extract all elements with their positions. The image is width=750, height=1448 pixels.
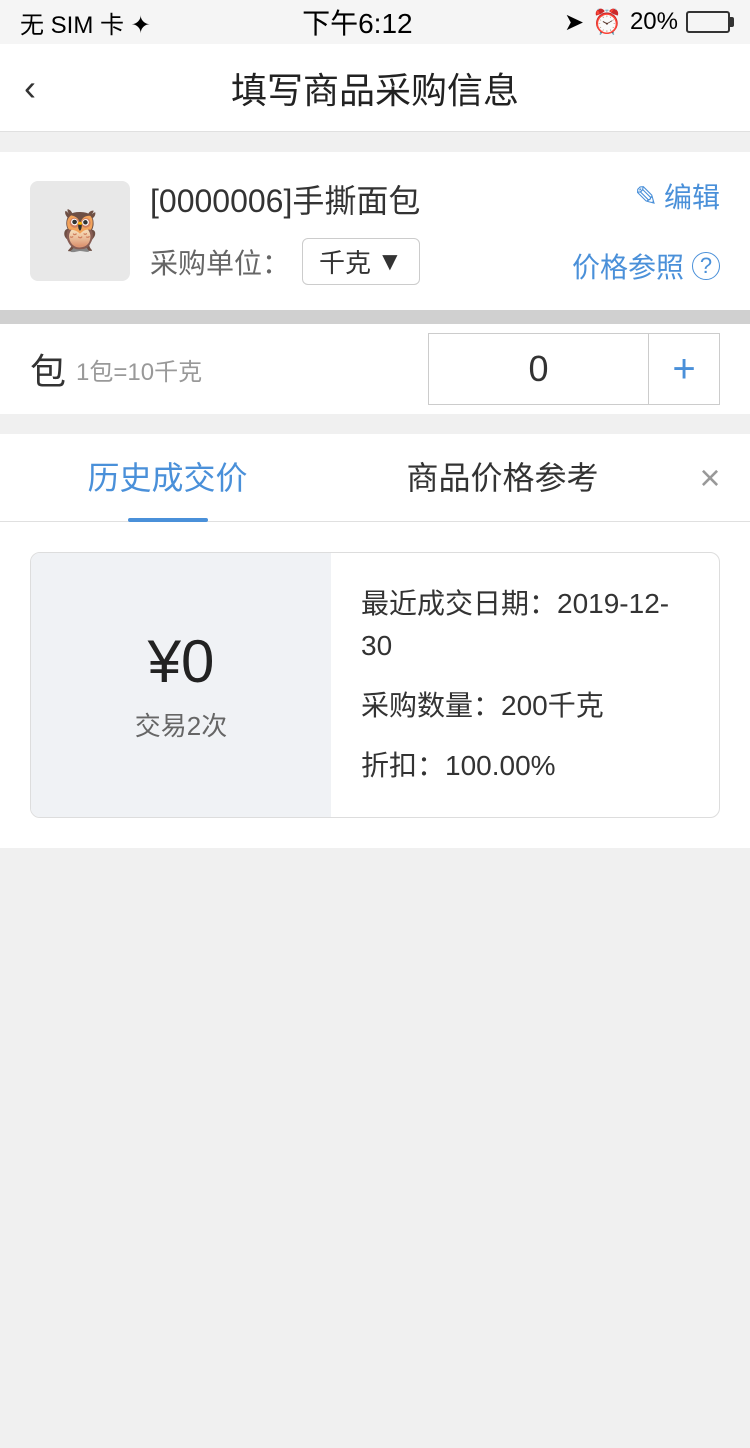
edit-button[interactable]: ✎ 编辑 [635, 176, 720, 216]
tab-history-price[interactable]: 历史成交价 [0, 434, 335, 522]
page-title: 填写商品采购信息 [231, 62, 519, 114]
tab-product-price[interactable]: 商品价格参考 [335, 434, 670, 522]
price-ref-button[interactable]: 价格参照 ? [572, 246, 720, 286]
quantity-label: 包 1包=10千克 [30, 343, 202, 395]
discount-label: 折扣： [361, 750, 445, 781]
close-icon: × [699, 457, 720, 499]
tab-history-price-label: 历史成交价 [87, 460, 247, 496]
alarm-icon: ⏰ [592, 8, 622, 37]
dropdown-arrow-icon: ▼ [377, 246, 403, 277]
purchase-qty-value: 200千克 [501, 690, 604, 721]
tabs-header: 历史成交价 商品价格参考 × [0, 434, 750, 522]
recent-date-row: 最近成交日期：2019-12-30 [361, 583, 689, 667]
tab-product-price-label: 商品价格参考 [406, 460, 598, 496]
quantity-plus-button[interactable]: + [648, 333, 720, 405]
gray-divider [0, 310, 750, 324]
trade-count: 交易2次 [135, 706, 227, 743]
battery-percent: 20% [630, 8, 678, 36]
status-time: 下午6:12 [302, 2, 413, 42]
product-image: 🦉 [55, 207, 105, 254]
unit-big: 包 [30, 343, 66, 395]
price-card-right: 最近成交日期：2019-12-30 采购数量：200千克 折扣：100.00% [331, 553, 719, 817]
product-header: 🦉 [0000006]手撕面包 采购单位： 千克 ▼ ✎ 编辑 价格参照 [30, 176, 720, 286]
battery-icon [686, 11, 730, 33]
status-right: ➤ ⏰ 20% [564, 8, 730, 37]
product-actions: ✎ 编辑 价格参照 ? [572, 176, 720, 286]
purchase-qty-row: 采购数量：200千克 [361, 685, 689, 727]
unit-label: 采购单位： [150, 242, 290, 282]
tabs-section: 历史成交价 商品价格参考 × ¥0 交易2次 最近成交日期：2019-12-30… [0, 434, 750, 848]
tab-content-history: ¥0 交易2次 最近成交日期：2019-12-30 采购数量：200千克 折扣：… [0, 522, 750, 848]
quantity-control: + [428, 333, 720, 405]
product-name: [0000006]手撕面包 [150, 176, 420, 222]
product-left: 🦉 [0000006]手撕面包 采购单位： 千克 ▼ [30, 176, 420, 285]
discount-value: 100.00% [445, 750, 556, 781]
price-value: ¥0 [148, 627, 215, 696]
product-unit-row: 采购单位： 千克 ▼ [150, 238, 420, 285]
tab-close-button[interactable]: × [670, 434, 750, 522]
unit-dropdown[interactable]: 千克 ▼ [302, 238, 420, 285]
edit-icon: ✎ [635, 180, 658, 213]
status-bar: 无 SIM 卡 ✦ 下午6:12 ➤ ⏰ 20% [0, 0, 750, 44]
status-left: 无 SIM 卡 ✦ [20, 5, 151, 40]
purchase-qty-label: 采购数量： [361, 690, 501, 721]
price-card-left: ¥0 交易2次 [31, 553, 331, 817]
product-info: [0000006]手撕面包 采购单位： 千克 ▼ [150, 176, 420, 285]
price-ref-label: 价格参照 [572, 246, 684, 286]
product-section: 🦉 [0000006]手撕面包 采购单位： 千克 ▼ ✎ 编辑 价格参照 [0, 152, 750, 310]
location-icon: ➤ [564, 8, 584, 37]
edit-label: 编辑 [664, 176, 720, 216]
back-button[interactable]: ‹ [24, 67, 36, 109]
quantity-input[interactable] [428, 333, 648, 405]
unit-value: 千克 [319, 243, 371, 280]
product-thumbnail: 🦉 [30, 181, 130, 281]
back-icon: ‹ [24, 67, 36, 108]
unit-conversion: 1包=10千克 [76, 352, 202, 387]
recent-date-label: 最近成交日期： [361, 588, 557, 619]
main-content [0, 848, 750, 1448]
discount-row: 折扣：100.00% [361, 745, 689, 787]
info-icon: ? [692, 252, 720, 280]
nav-bar: ‹ 填写商品采购信息 [0, 44, 750, 132]
price-card: ¥0 交易2次 最近成交日期：2019-12-30 采购数量：200千克 折扣：… [30, 552, 720, 818]
signal-text: 无 SIM 卡 ✦ [20, 5, 151, 40]
quantity-section: 包 1包=10千克 + [0, 324, 750, 414]
plus-icon: + [672, 347, 695, 392]
